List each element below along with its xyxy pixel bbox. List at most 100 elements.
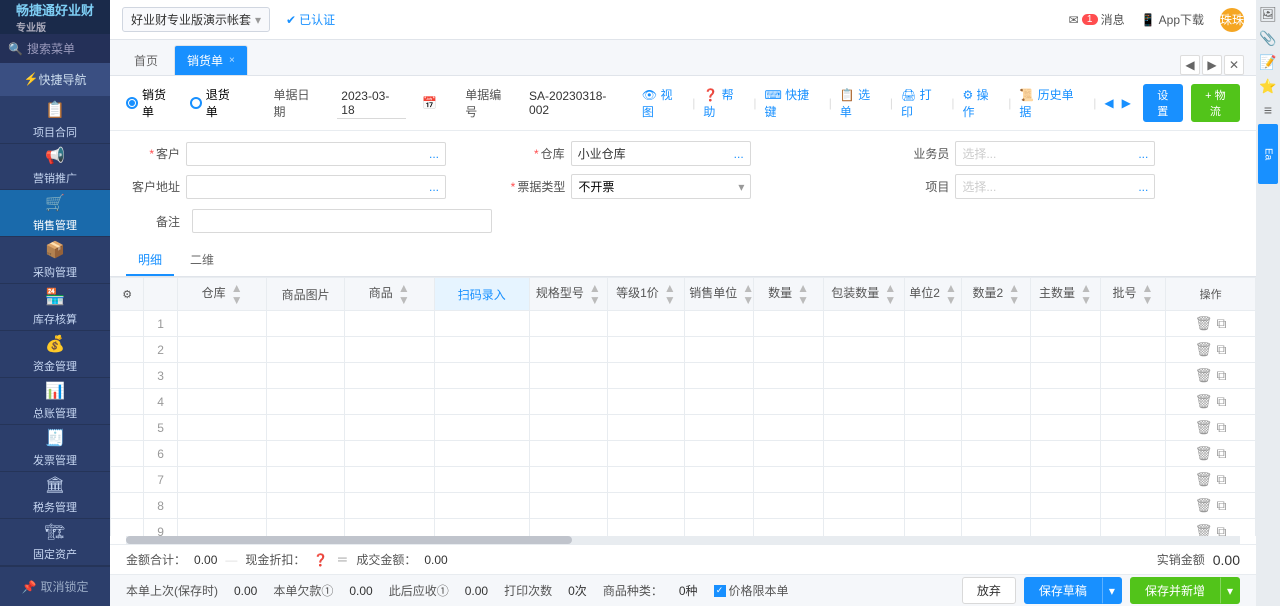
th-qty[interactable]: 数量 ▲▼ [754,278,823,311]
row-qty2-cell[interactable] [962,441,1031,467]
row-warehouse-cell[interactable] [177,519,267,537]
save-draft-btn[interactable]: 保存草稿 [1024,577,1102,604]
row-goods-cell[interactable] [344,311,434,337]
row-qty-cell[interactable] [754,519,823,537]
sidebar-item-marketing[interactable]: 📢 营销推广 [0,144,110,191]
row-batch-cell[interactable] [1100,441,1166,467]
row-spec-cell[interactable] [530,493,608,519]
row-warehouse-cell[interactable] [177,311,267,337]
th-img[interactable]: 商品图片 [267,278,345,311]
row-batch-cell[interactable] [1100,389,1166,415]
row-barcode-cell[interactable] [434,441,530,467]
row-img-cell[interactable] [267,415,345,441]
row-price1-cell[interactable] [607,337,685,363]
row-price1-cell[interactable] [607,519,685,537]
price-limit-checkbox[interactable]: 价格限本单 [714,582,789,599]
th-barcode[interactable]: 扫码录入 [434,278,530,311]
row-barcode-cell[interactable] [434,363,530,389]
help-btn[interactable]: ❓ 帮助 [703,86,745,120]
row-qty2-cell[interactable] [962,493,1031,519]
row-price1-cell[interactable] [607,363,685,389]
row-copy-icon[interactable]: ⧉ [1217,341,1227,358]
row-main-qty-cell[interactable] [1031,519,1100,537]
address-input[interactable]: ... [186,175,446,199]
tab-sales-order[interactable]: 销货单 × [174,45,248,75]
row-unit-cell[interactable] [685,363,754,389]
row-batch-cell[interactable] [1100,337,1166,363]
row-warehouse-cell[interactable] [177,415,267,441]
row-pack-qty-cell[interactable] [823,493,904,519]
project-input[interactable]: 选择... ... [955,174,1155,199]
row-unit2-cell[interactable] [904,467,961,493]
row-unit2-cell[interactable] [904,519,961,537]
th-pack-qty[interactable]: 包装数量 ▲▼ [823,278,904,311]
sidebar-item-accounting[interactable]: 📊 总账管理 [0,378,110,425]
row-goods-cell[interactable] [344,389,434,415]
row-img-cell[interactable] [267,363,345,389]
row-qty2-cell[interactable] [962,363,1031,389]
row-qty2-cell[interactable] [962,415,1031,441]
next-record-btn[interactable]: ▶ [1122,96,1131,110]
row-spec-cell[interactable] [530,467,608,493]
tab-detail[interactable]: 明细 [126,245,174,276]
radio-return-order[interactable]: 退货单 [190,86,242,120]
cancel-pin-item[interactable]: 📌 取消锁定 [0,566,110,606]
logistics-btn[interactable]: + 物流 [1191,84,1240,122]
prev-record-btn[interactable]: ◀ [1104,96,1113,110]
row-spec-cell[interactable] [530,311,608,337]
th-unit[interactable]: 销售单位 ▲▼ [685,278,754,311]
row-batch-cell[interactable] [1100,467,1166,493]
customer-more-btn[interactable]: ... [425,147,439,161]
row-main-qty-cell[interactable] [1031,337,1100,363]
row-barcode-cell[interactable] [434,493,530,519]
row-qty-cell[interactable] [754,441,823,467]
invoice-select[interactable]: 不开票 ▾ [571,174,751,199]
row-qty-cell[interactable] [754,311,823,337]
select-order-btn[interactable]: 📋 选单 [840,86,882,120]
th-spec[interactable]: 规格型号 ▲▼ [530,278,608,311]
row-goods-cell[interactable] [344,415,434,441]
right-panel-icon-1[interactable]: 🖼 [1258,4,1278,24]
row-copy-icon[interactable]: ⧉ [1217,393,1227,410]
view-btn[interactable]: 👁 视图 [642,86,684,120]
row-barcode-cell[interactable] [434,311,530,337]
row-img-cell[interactable] [267,519,345,537]
row-img-cell[interactable] [267,467,345,493]
row-copy-icon[interactable]: ⧉ [1217,471,1227,488]
row-img-cell[interactable] [267,441,345,467]
row-batch-cell[interactable] [1100,519,1166,537]
sidebar-item-inventory[interactable]: 🏪 库存核算 [0,284,110,331]
message-btn[interactable]: ✉ 1 消息 [1069,11,1125,28]
sidebar-item-invoice[interactable]: 🧾 发票管理 [0,425,110,472]
customer-input[interactable]: ... [186,142,446,166]
row-img-cell[interactable] [267,389,345,415]
row-qty2-cell[interactable] [962,389,1031,415]
row-unit-cell[interactable] [685,467,754,493]
row-main-qty-cell[interactable] [1031,415,1100,441]
sidebar-item-purchase[interactable]: 📦 采购管理 [0,237,110,284]
project-more-btn[interactable]: ... [1134,180,1148,194]
row-delete-icon[interactable]: 🗑 [1195,341,1213,358]
row-copy-icon[interactable]: ⧉ [1217,497,1227,514]
row-main-qty-cell[interactable] [1031,311,1100,337]
save-draft-arrow-btn[interactable]: ▾ [1102,577,1122,604]
calendar-icon[interactable]: 📅 [422,96,437,110]
tab-prev-btn[interactable]: ◀ [1180,55,1200,75]
quick-nav-item[interactable]: ⚡ 快捷导航 [0,63,110,97]
company-select[interactable]: 好业财专业版演示帐套 ▾ [122,7,270,32]
row-main-qty-cell[interactable] [1031,493,1100,519]
row-unit2-cell[interactable] [904,389,961,415]
row-copy-icon[interactable]: ⧉ [1217,419,1227,436]
row-delete-icon[interactable]: 🗑 [1195,367,1213,384]
row-delete-icon[interactable]: 🗑 [1195,419,1213,436]
row-spec-cell[interactable] [530,415,608,441]
row-pack-qty-cell[interactable] [823,467,904,493]
right-panel-icon-4[interactable]: ⭐ [1258,76,1278,96]
row-pack-qty-cell[interactable] [823,519,904,537]
row-qty-cell[interactable] [754,389,823,415]
tab-home[interactable]: 首页 [122,46,170,75]
row-barcode-cell[interactable] [434,519,530,537]
row-copy-icon[interactable]: ⧉ [1217,315,1227,332]
save-new-arrow-btn[interactable]: ▾ [1220,577,1240,604]
horizontal-scrollbar[interactable] [126,536,1240,544]
